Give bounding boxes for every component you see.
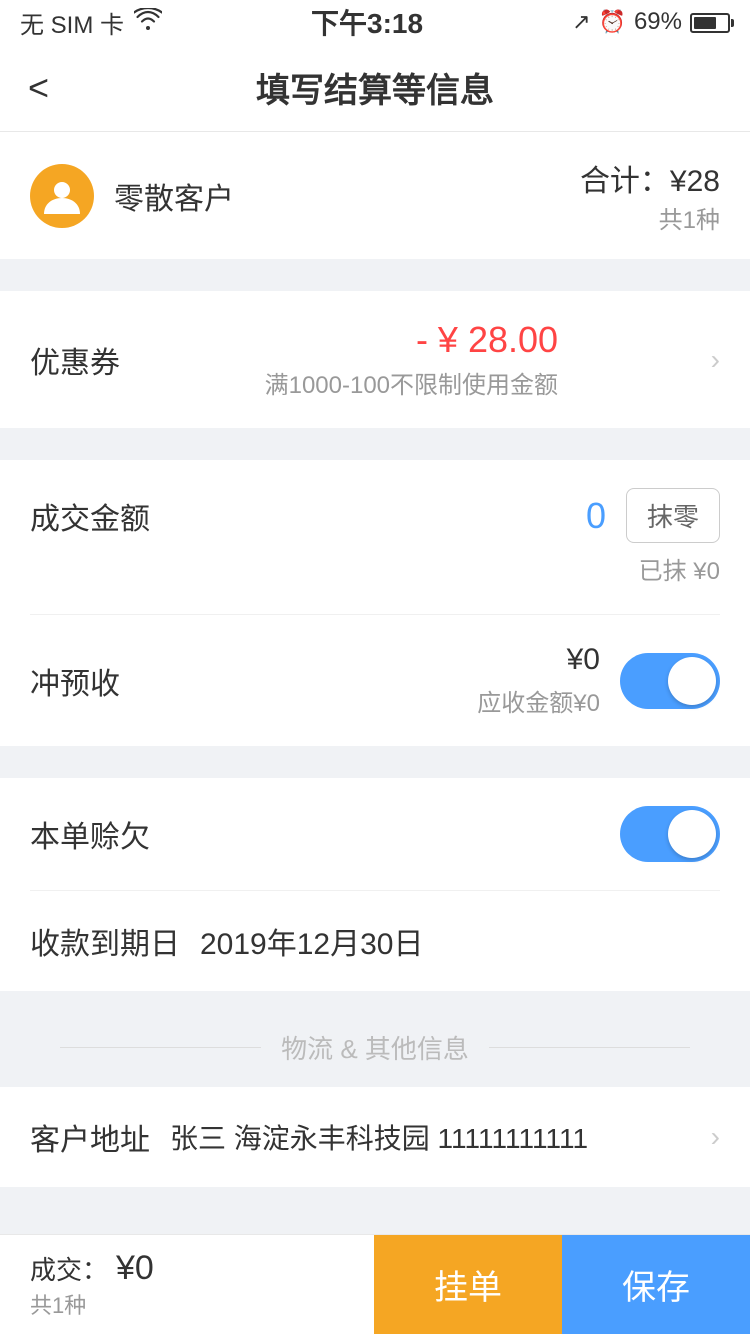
- date-row: 收款到期日 2019年12月30日: [0, 891, 750, 991]
- deal-amount-value: 0: [586, 495, 606, 537]
- bottom-count: 共1种: [30, 1288, 344, 1320]
- customer-card: 零散客户 合计：¥28 共1种: [0, 132, 750, 259]
- coupon-discount: - ¥ 28.00: [416, 319, 558, 361]
- round-zero-button[interactable]: 抹零: [626, 488, 720, 543]
- deal-amount-label: 成交金额: [30, 494, 150, 538]
- debt-toggle[interactable]: [620, 806, 720, 862]
- back-button[interactable]: <: [28, 67, 49, 109]
- nav-bar: < 填写结算等信息: [0, 44, 750, 132]
- status-bar: 无 SIM 卡 下午3:18 ↗ ⏰ 69%: [0, 0, 750, 44]
- due-date-value: 2019年12月30日: [200, 919, 423, 963]
- save-button[interactable]: 保存: [562, 1235, 750, 1334]
- logistics-label: 物流 & 其他信息: [261, 1029, 489, 1066]
- toggle-knob: [668, 657, 716, 705]
- customer-row: 零散客户 合计：¥28 共1种: [0, 132, 750, 259]
- logistics-section: 物流 & 其他信息: [0, 1007, 750, 1087]
- total-count: 共1种: [580, 200, 720, 235]
- address-chevron-icon: ›: [711, 1121, 720, 1153]
- alarm-icon: ⏰: [599, 9, 626, 35]
- debt-label: 本单赊欠: [30, 812, 150, 856]
- avatar: [30, 164, 94, 228]
- prepay-toggle[interactable]: [620, 653, 720, 709]
- content: 零散客户 合计：¥28 共1种 优惠券 - ¥ 28.00 满1000-100不…: [0, 132, 750, 1303]
- customer-name: 零散客户: [114, 174, 234, 218]
- battery-percent: 69%: [634, 8, 682, 36]
- page-title: 填写结算等信息: [256, 63, 494, 112]
- deal-amount-row: 成交金额 0 抹零 已抹 ¥0: [0, 460, 750, 614]
- carrier-text: 无 SIM 卡: [20, 5, 124, 40]
- customer-left: 零散客户: [30, 164, 234, 228]
- chevron-right-icon: ›: [711, 344, 720, 376]
- prepay-amount: ¥0: [567, 643, 600, 677]
- customer-summary: 合计：¥28 共1种: [580, 156, 720, 235]
- hold-button[interactable]: 挂单: [374, 1235, 562, 1334]
- coupon-card: 优惠券 - ¥ 28.00 满1000-100不限制使用金额 ›: [0, 291, 750, 428]
- coupon-sub: 满1000-100不限制使用金额: [265, 365, 558, 400]
- wifi-icon: [134, 8, 162, 37]
- address-value: 张三 海淀永丰科技园 11111111111: [170, 1117, 703, 1157]
- status-right: ↗ ⏰ 69%: [572, 8, 730, 36]
- battery-icon: [690, 8, 730, 36]
- deal-card: 成交金额 0 抹零 已抹 ¥0 冲预收 ¥0 应收金额¥0: [0, 460, 750, 746]
- bottom-info: 成交： ¥0 共1种: [0, 1249, 374, 1320]
- status-left: 无 SIM 卡: [20, 5, 162, 40]
- coupon-right: - ¥ 28.00 满1000-100不限制使用金额: [265, 319, 558, 400]
- bottom-bar: 成交： ¥0 共1种 挂单 保存: [0, 1234, 750, 1334]
- address-row[interactable]: 客户地址 张三 海淀永丰科技园 11111111111 ›: [0, 1087, 750, 1187]
- status-time: 下午3:18: [311, 2, 423, 42]
- coupon-row[interactable]: 优惠券 - ¥ 28.00 满1000-100不限制使用金额 ›: [0, 291, 750, 428]
- toggle-knob-2: [668, 810, 716, 858]
- prepay-sub: 应收金额¥0: [477, 683, 600, 718]
- deal-row-top: 成交金额 0 抹零: [30, 488, 720, 543]
- address-card: 客户地址 张三 海淀永丰科技园 11111111111 ›: [0, 1087, 750, 1187]
- prepay-row: 冲预收 ¥0 应收金额¥0: [0, 615, 750, 746]
- debt-card: 本单赊欠 收款到期日 2019年12月30日: [0, 778, 750, 991]
- prepay-right: ¥0 应收金额¥0: [477, 643, 600, 718]
- location-icon: ↗: [572, 9, 590, 35]
- due-date-label: 收款到期日: [30, 919, 180, 963]
- deal-sub: 已抹 ¥0: [30, 551, 720, 586]
- prepay-label: 冲预收: [30, 659, 120, 703]
- address-label: 客户地址: [30, 1115, 150, 1159]
- total-amount: 合计：¥28: [580, 156, 720, 200]
- bottom-deal-label: 成交：: [30, 1250, 108, 1287]
- bottom-deal-amount: ¥0: [116, 1249, 154, 1288]
- coupon-label: 优惠券: [30, 338, 120, 382]
- debt-row: 本单赊欠: [0, 778, 750, 890]
